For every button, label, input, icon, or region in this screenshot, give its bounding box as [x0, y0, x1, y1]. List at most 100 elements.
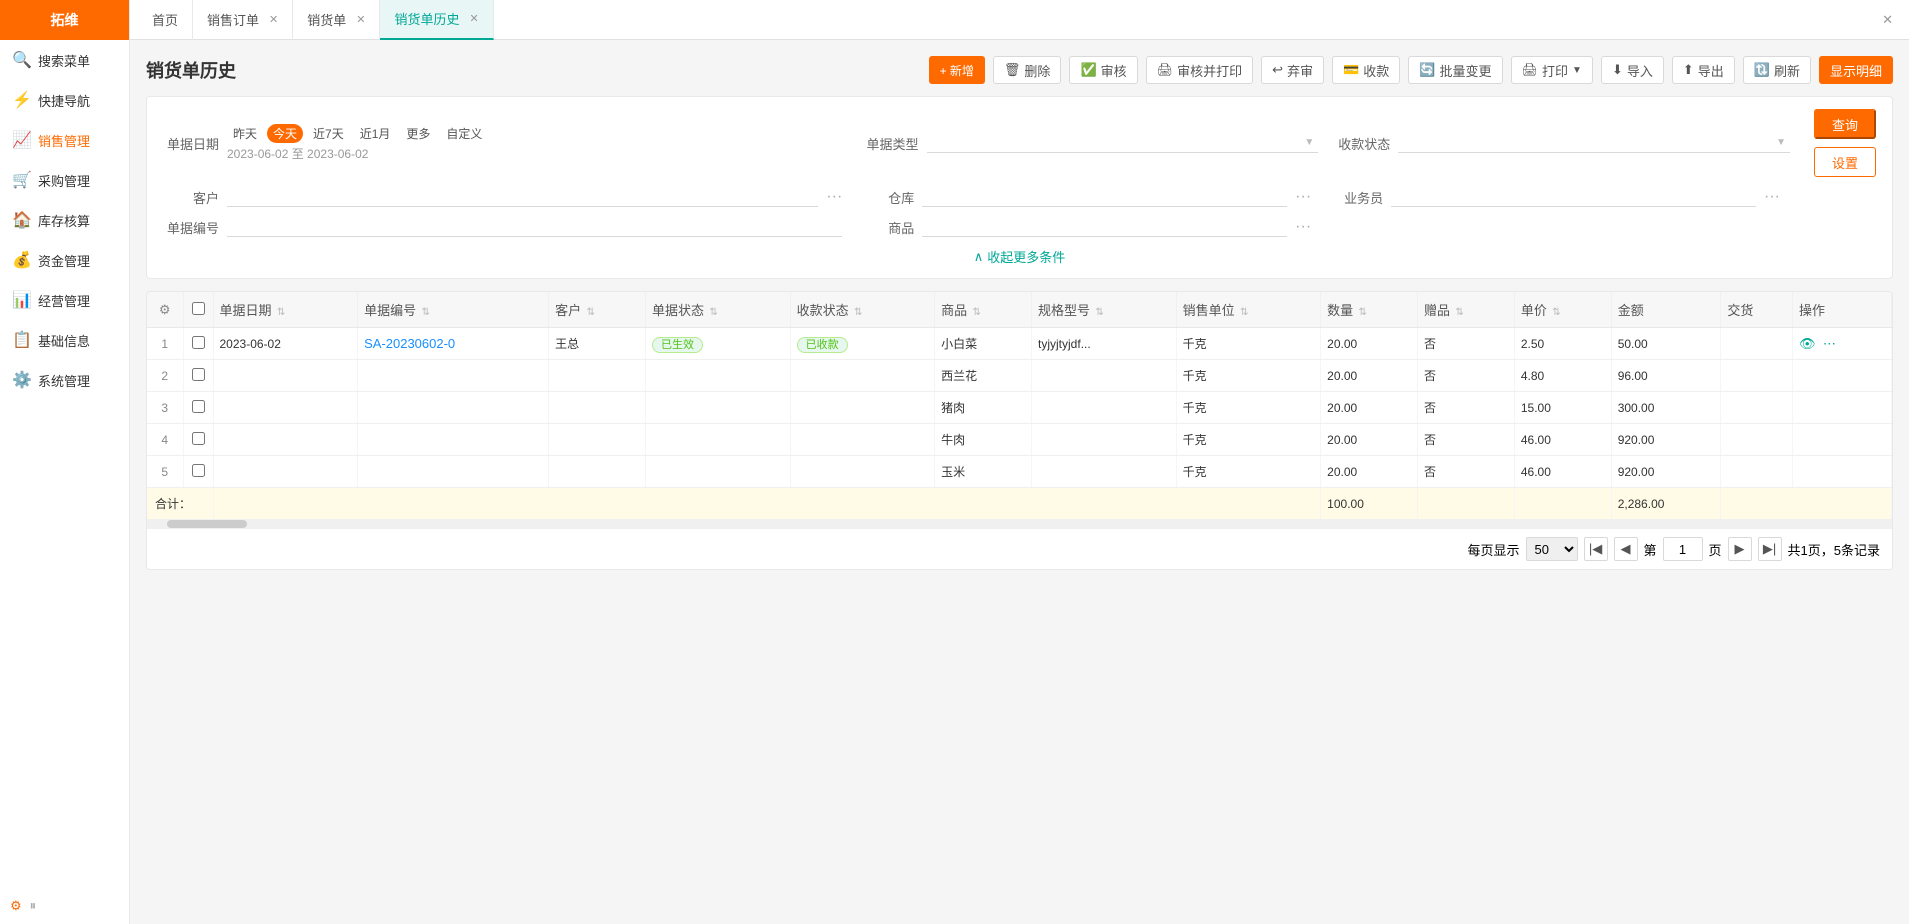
col-gift[interactable]: 赠品 ⇅: [1418, 292, 1515, 328]
col-spec[interactable]: 规格型号 ⇅: [1032, 292, 1177, 328]
sidebar-item-system[interactable]: ⚙️ 系统管理: [0, 360, 129, 400]
row-checkbox-cell[interactable]: [183, 456, 213, 488]
filter-salesperson: 业务员 ···: [1327, 187, 1780, 207]
sidebar-item-sales[interactable]: 📈 销售管理: [0, 120, 129, 160]
goods-input[interactable]: [922, 217, 1287, 237]
table-settings-icon[interactable]: ⚙: [159, 302, 171, 317]
home-icon: 🏠: [12, 210, 30, 230]
tab-sales-goods-close[interactable]: ✕: [356, 13, 365, 26]
tab-sales-goods[interactable]: 销货单 ✕: [293, 0, 380, 40]
page-input[interactable]: [1663, 537, 1703, 561]
date-tag-today[interactable]: 今天: [267, 124, 303, 143]
customer-input[interactable]: [227, 187, 818, 207]
col-customer[interactable]: 客户 ⇅: [549, 292, 646, 328]
sidebar-item-operations[interactable]: 📊 经营管理: [0, 280, 129, 320]
sidebar-collapse-icon[interactable]: ⏸: [30, 898, 37, 914]
doc-no-link[interactable]: SA-20230602-0: [364, 336, 455, 351]
goods-dots[interactable]: ···: [1295, 219, 1311, 235]
row-price: 15.00: [1514, 392, 1611, 424]
query-button[interactable]: 查询: [1814, 109, 1876, 139]
col-price[interactable]: 单价 ⇅: [1514, 292, 1611, 328]
col-qty[interactable]: 数量 ⇅: [1321, 292, 1418, 328]
tab-sales-order-close[interactable]: ✕: [269, 13, 278, 26]
settings-button[interactable]: 设置: [1814, 147, 1876, 177]
more-action[interactable]: ⋯: [1823, 336, 1836, 351]
refresh-button[interactable]: 🔃 刷新: [1743, 56, 1811, 84]
view-action[interactable]: 👁: [1799, 336, 1816, 351]
approve-print-button[interactable]: 🖨 审核并打印: [1146, 56, 1254, 84]
batch-icon: 🔄: [1419, 62, 1435, 78]
filter-row-3: 单据编号 商品 ···: [163, 217, 1876, 237]
row-checkbox-cell[interactable]: [183, 328, 213, 360]
col-date[interactable]: 单据日期 ⇅: [213, 292, 358, 328]
batch-change-button[interactable]: 🔄 批量变更: [1408, 56, 1502, 84]
date-tag-custom[interactable]: 自定义: [440, 124, 488, 143]
per-page-select[interactable]: 50 100 200: [1526, 537, 1578, 561]
salesperson-dots[interactable]: ···: [1764, 189, 1780, 205]
next-page-button[interactable]: ▶: [1728, 537, 1752, 561]
col-pay-status[interactable]: 收款状态 ⇅: [790, 292, 935, 328]
last-page-button[interactable]: ▶|: [1758, 537, 1782, 561]
row-checkbox-cell[interactable]: [183, 424, 213, 456]
tab-home[interactable]: 首页: [138, 0, 193, 40]
horizontal-scrollbar[interactable]: [147, 520, 1892, 528]
row-checkbox[interactable]: [192, 336, 205, 349]
export-button[interactable]: ⬆ 导出: [1672, 56, 1735, 84]
show-details-button[interactable]: 显示明细: [1819, 56, 1893, 84]
delete-button[interactable]: 🗑 删除: [993, 56, 1062, 84]
customer-dots[interactable]: ···: [826, 189, 842, 205]
date-tag-1month[interactable]: 近1月: [354, 124, 397, 143]
row-gift: 否: [1418, 424, 1515, 456]
sidebar-item-finance[interactable]: 💰 资金管理: [0, 240, 129, 280]
row-doc-no: [358, 392, 549, 424]
row-checkbox[interactable]: [192, 464, 205, 477]
sidebar-item-search[interactable]: 🔍 搜索菜单: [0, 40, 129, 80]
row-doc-no: [358, 424, 549, 456]
sidebar-item-quick-nav[interactable]: ⚡ 快捷导航: [0, 80, 129, 120]
sidebar-item-purchase[interactable]: 🛒 采购管理: [0, 160, 129, 200]
payment-status-select[interactable]: ▼: [1398, 133, 1790, 153]
col-checkbox[interactable]: [183, 292, 213, 328]
warehouse-dots[interactable]: ···: [1295, 189, 1311, 205]
sidebar-item-inventory[interactable]: 🏠 库存核算: [0, 200, 129, 240]
page-header: 销货单历史 + 新增 🗑 删除 ✅ 审核 🖨 审核并打印 ↩ 弃审: [146, 56, 1893, 84]
row-price: 46.00: [1514, 456, 1611, 488]
col-amount[interactable]: 金额: [1611, 292, 1721, 328]
collect-button[interactable]: 💳 收款: [1332, 56, 1400, 84]
doc-type-select[interactable]: ▼: [927, 133, 1319, 153]
new-button[interactable]: + 新增: [929, 56, 985, 84]
tab-sales-history-close[interactable]: ✕: [470, 12, 479, 25]
tab-sales-history[interactable]: 销货单历史 ✕: [380, 0, 493, 40]
select-all-checkbox[interactable]: [192, 302, 205, 315]
col-goods[interactable]: 商品 ⇅: [935, 292, 1032, 328]
date-tag-7days[interactable]: 近7天: [307, 124, 350, 143]
sidebar-settings-icon[interactable]: ⚙: [10, 898, 22, 914]
sidebar-item-base-info[interactable]: 📋 基础信息: [0, 320, 129, 360]
col-unit[interactable]: 销售单位 ⇅: [1176, 292, 1321, 328]
row-checkbox[interactable]: [192, 400, 205, 413]
approve-button[interactable]: ✅ 审核: [1069, 56, 1137, 84]
prev-page-button[interactable]: ◀: [1614, 537, 1638, 561]
tabs-close-all[interactable]: ✕: [1874, 12, 1901, 28]
scroll-thumb[interactable]: [167, 520, 247, 528]
date-tag-more[interactable]: 更多: [400, 124, 436, 143]
col-doc-status[interactable]: 单据状态 ⇅: [646, 292, 791, 328]
row-qty: 20.00: [1321, 360, 1418, 392]
discard-button[interactable]: ↩ 弃审: [1261, 56, 1324, 84]
row-checkbox-cell[interactable]: [183, 392, 213, 424]
col-doc-no[interactable]: 单据编号 ⇅: [358, 292, 549, 328]
warehouse-input[interactable]: [922, 187, 1287, 207]
date-tag-yesterday[interactable]: 昨天: [227, 124, 263, 143]
doc-number-input[interactable]: [227, 217, 842, 237]
first-page-button[interactable]: |◀: [1584, 537, 1608, 561]
import-button[interactable]: ⬇ 导入: [1601, 56, 1664, 84]
col-delivery[interactable]: 交货: [1721, 292, 1793, 328]
collapse-button[interactable]: ∧ 收起更多条件: [163, 247, 1876, 266]
row-checkbox-cell[interactable]: [183, 360, 213, 392]
salesperson-input[interactable]: [1391, 187, 1756, 207]
col-settings[interactable]: ⚙: [147, 292, 183, 328]
row-checkbox[interactable]: [192, 432, 205, 445]
print-button[interactable]: 🖨 打印 ▼: [1511, 56, 1593, 84]
row-checkbox[interactable]: [192, 368, 205, 381]
tab-sales-order[interactable]: 销售订单 ✕: [193, 0, 293, 40]
